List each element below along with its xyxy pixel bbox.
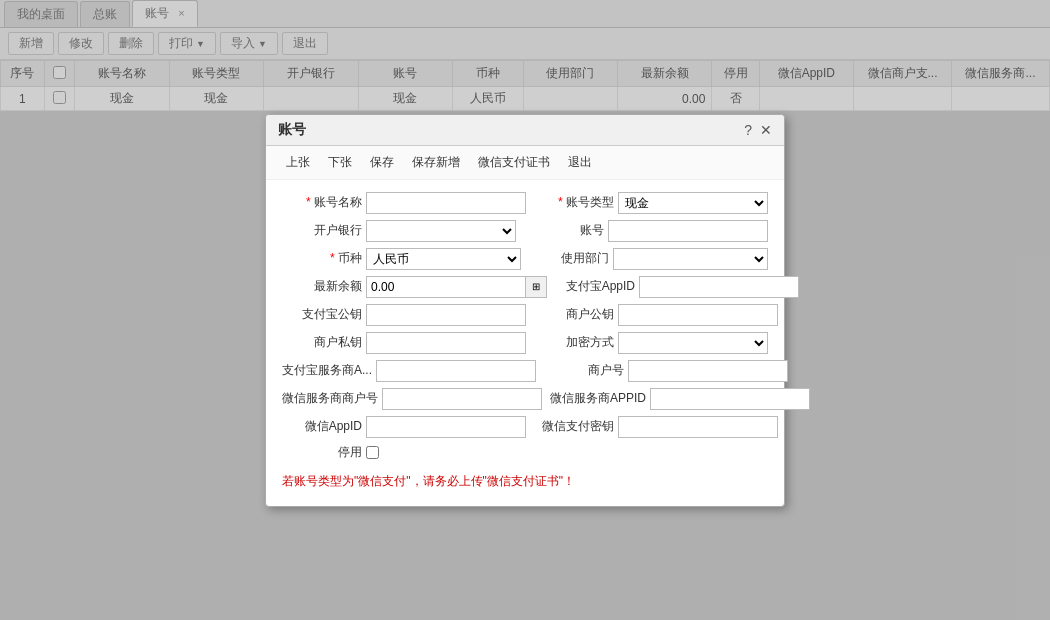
alipay-appid-input[interactable] [639,276,799,298]
form-row-3: * 币种 人民币 美元 欧元 港币 使用部门 [282,248,768,270]
balance-input-group: ⊞ [366,276,547,298]
alipay-pubkey-label: 支付宝公钥 [282,306,362,323]
prev-button[interactable]: 上张 [278,152,318,173]
form-col-merchant-privkey: 商户私钥 [282,332,526,354]
dialog-toolbar: 上张 下张 保存 保存新增 微信支付证书 退出 [266,146,784,180]
form-row-4: 最新余额 ⊞ 支付宝AppID [282,276,768,298]
alipay-pubkey-input[interactable] [366,304,526,326]
form-col-balance: 最新余额 ⊞ [282,276,547,298]
form-col-wechat-pay-key: 微信支付密钥 [534,416,778,438]
merchant-pubkey-label: 商户公钥 [534,306,614,323]
dept-select[interactable] [613,248,768,270]
account-type-select[interactable]: 现金 银行 支付宝 微信支付 其他 [618,192,768,214]
merchant-privkey-label: 商户私钥 [282,334,362,351]
save-button[interactable]: 保存 [362,152,402,173]
wechat-appid-input[interactable] [366,416,526,438]
wechat-merchant-input[interactable] [382,388,542,410]
form-col-encrypt: 加密方式 RSA RSA2 [534,332,768,354]
open-bank-select[interactable] [366,220,516,242]
form-row-2: 开户银行 账号 [282,220,768,242]
wechat-pay-key-input[interactable] [618,416,778,438]
form-col-open-bank: 开户银行 [282,220,516,242]
form-col-account-no: 账号 [524,220,768,242]
account-name-input[interactable] [366,192,526,214]
wechat-pay-key-label: 微信支付密钥 [534,418,614,435]
next-button[interactable]: 下张 [320,152,360,173]
save-new-button[interactable]: 保存新增 [404,152,468,173]
form-col-account-type: * 账号类型 现金 银行 支付宝 微信支付 其他 [534,192,768,214]
merchant-pubkey-input[interactable] [618,304,778,326]
encrypt-select[interactable]: RSA RSA2 [618,332,768,354]
merchant-no-label: 商户号 [544,362,624,379]
balance-label: 最新余额 [282,278,362,295]
open-bank-label: 开户银行 [282,222,362,239]
merchant-no-input[interactable] [628,360,788,382]
account-no-label: 账号 [524,222,604,239]
dialog-title-bar: 账号 ? ✕ [266,115,784,146]
dialog-body: * 账号名称 * 账号类型 现金 银行 支付宝 微信支付 其他 [266,180,784,506]
account-no-input[interactable] [608,220,768,242]
dialog-exit-button[interactable]: 退出 [560,152,600,173]
account-name-label: * 账号名称 [282,194,362,211]
account-type-label: * 账号类型 [534,194,614,211]
close-icon[interactable]: ✕ [760,122,772,138]
form-col-alipay-service: 支付宝服务商A... [282,360,536,382]
form-row-5: 支付宝公钥 商户公钥 [282,304,768,326]
help-icon[interactable]: ? [744,122,752,138]
currency-select[interactable]: 人民币 美元 欧元 港币 [366,248,521,270]
form-col-dept: 使用部门 [529,248,768,270]
modal-overlay: 账号 ? ✕ 上张 下张 保存 保存新增 微信支付证书 退出 [0,0,1050,620]
alipay-service-label: 支付宝服务商A... [282,362,372,379]
encrypt-label: 加密方式 [534,334,614,351]
form-col-merchant-no: 商户号 [544,360,788,382]
dialog-title-text: 账号 [278,121,306,139]
currency-label: * 币种 [282,250,362,267]
merchant-privkey-input[interactable] [366,332,526,354]
wechat-appid-label: 微信AppID [282,418,362,435]
form-row-6: 商户私钥 加密方式 RSA RSA2 [282,332,768,354]
disabled-checkbox[interactable] [366,446,379,459]
form-col-account-name: * 账号名称 [282,192,526,214]
form-col-currency: * 币种 人民币 美元 欧元 港币 [282,248,521,270]
form-col-alipay-appid: 支付宝AppID [555,276,799,298]
wechat-cert-button[interactable]: 微信支付证书 [470,152,558,173]
wechat-service-appid-label: 微信服务商APPID [550,390,646,407]
form-col-wechat-appid: 微信AppID [282,416,526,438]
warning-text: 若账号类型为"微信支付"，请务必上传"微信支付证书"！ [282,469,768,494]
dialog: 账号 ? ✕ 上张 下张 保存 保存新增 微信支付证书 退出 [265,114,785,507]
balance-input[interactable] [366,276,525,298]
form-row-1: * 账号名称 * 账号类型 现金 银行 支付宝 微信支付 其他 [282,192,768,214]
form-row-7: 支付宝服务商A... 商户号 [282,360,768,382]
dialog-title-icons: ? ✕ [744,122,772,138]
form-row-8: 微信服务商商户号 微信服务商APPID [282,388,768,410]
wechat-merchant-label: 微信服务商商户号 [282,390,378,407]
alipay-appid-label: 支付宝AppID [555,278,635,295]
form-col-disabled: 停用 [282,444,521,461]
disabled-label: 停用 [282,444,362,461]
page-wrapper: 我的桌面 总账 账号 × 新增 修改 删除 打印 ▼ 导入 ▼ 退出 序号 [0,0,1050,620]
form-col-wechat-service-appid: 微信服务商APPID [550,388,810,410]
wechat-service-appid-input[interactable] [650,388,810,410]
dept-label: 使用部门 [529,250,609,267]
form-row-disabled: 停用 [282,444,768,461]
form-row-9: 微信AppID 微信支付密钥 [282,416,768,438]
form-col-wechat-merchant: 微信服务商商户号 [282,388,542,410]
form-col-merchant-pubkey: 商户公钥 [534,304,778,326]
balance-calc-button[interactable]: ⊞ [525,276,547,298]
alipay-service-input[interactable] [376,360,536,382]
form-col-alipay-pubkey: 支付宝公钥 [282,304,526,326]
